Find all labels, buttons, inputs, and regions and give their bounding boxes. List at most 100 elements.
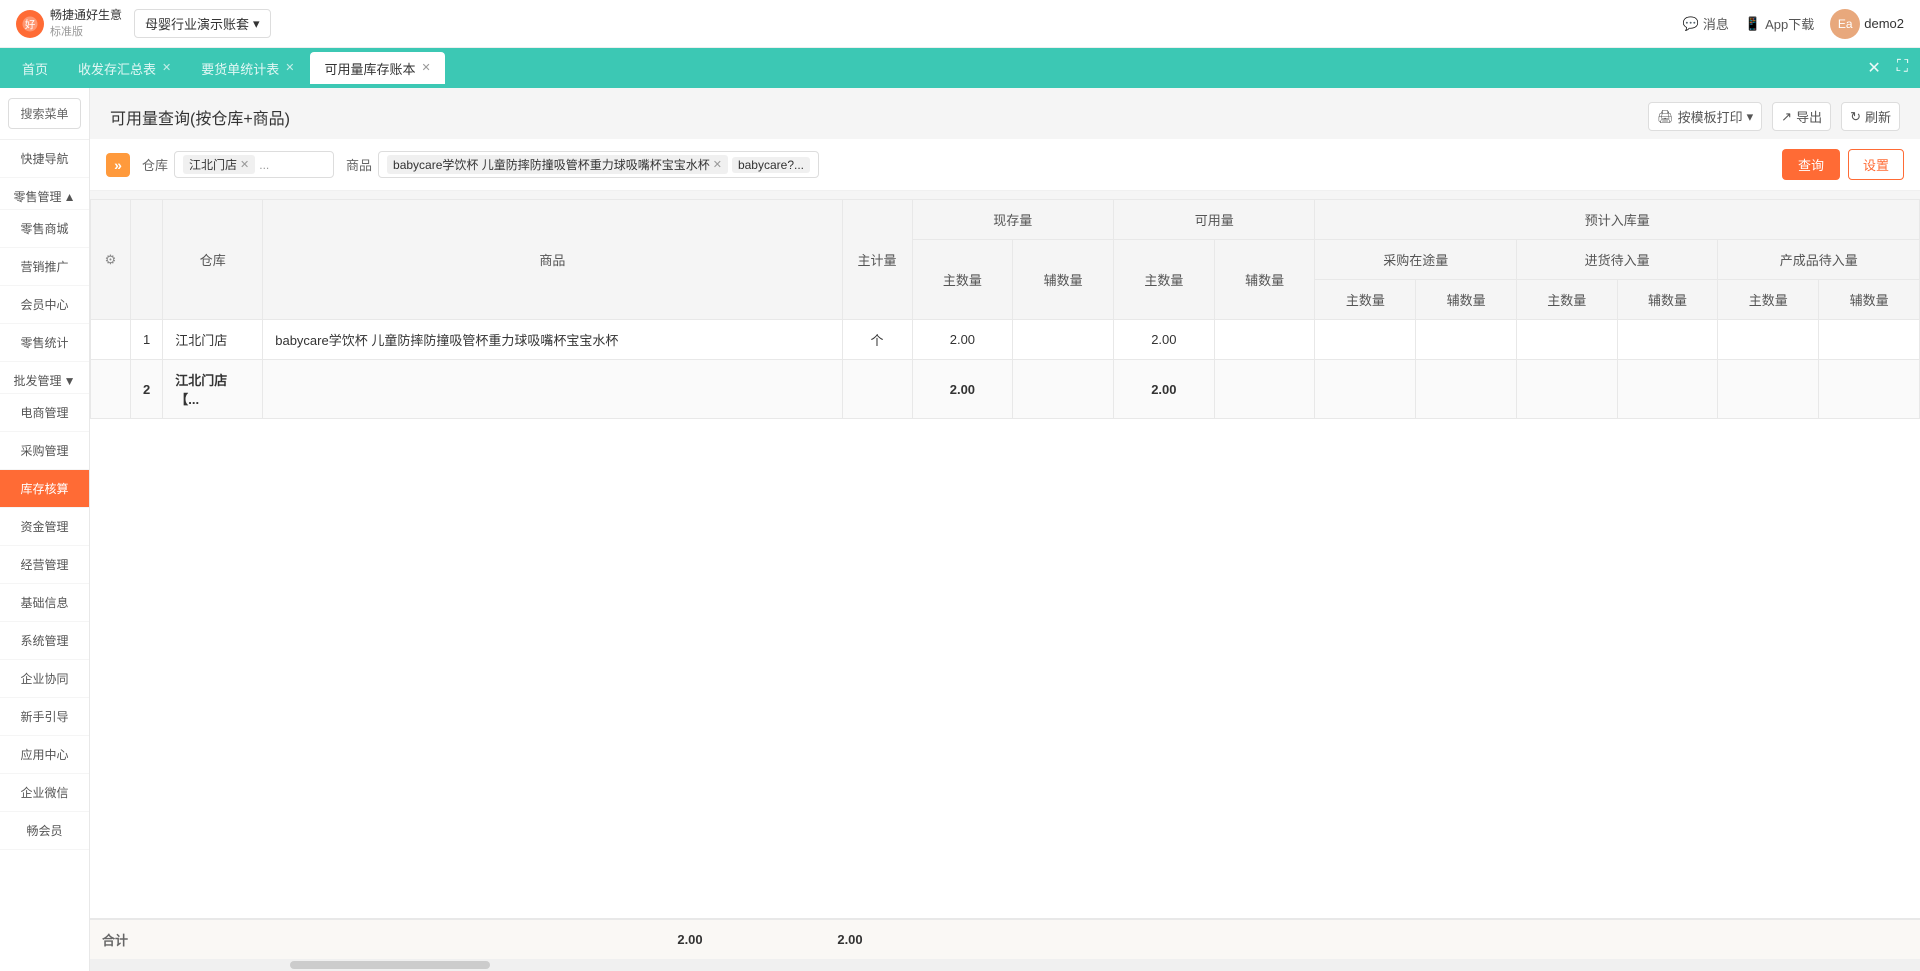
cell-production-main-2 bbox=[1718, 360, 1819, 419]
sidebar-item-quick-nav[interactable]: 快捷导航 bbox=[0, 140, 89, 178]
warehouse-input[interactable]: 江北门店 ✕ ... bbox=[174, 151, 334, 178]
th-avail-aux: 辅数量 bbox=[1214, 240, 1315, 320]
warehouse-tag-close[interactable]: ✕ bbox=[240, 158, 249, 171]
sidebar-item-marketing[interactable]: 营销推广 bbox=[0, 248, 89, 286]
sidebar-item-vip-member[interactable]: 畅会员 bbox=[0, 812, 89, 850]
filter-toggle-button[interactable]: » bbox=[106, 153, 130, 177]
product-tag1-close[interactable]: ✕ bbox=[713, 158, 722, 171]
footer-values: 2.00 2.00 bbox=[222, 932, 1908, 947]
th-gear[interactable]: ⚙ bbox=[91, 200, 131, 320]
logo-text-block: 畅捷通好生意 标准版 bbox=[50, 8, 122, 40]
export-label: 导出 bbox=[1796, 107, 1822, 126]
download-icon: 📱 bbox=[1745, 16, 1761, 32]
industry-selector[interactable]: 母婴行业演示账套 ▾ bbox=[134, 9, 271, 38]
tab-available-stock-close[interactable]: ✕ bbox=[422, 63, 431, 74]
chevron-down-icon: ▾ bbox=[253, 16, 260, 32]
filter-actions: 查询 设置 bbox=[1782, 149, 1904, 180]
page-title: 可用量查询(按仓库+商品) bbox=[110, 105, 290, 129]
table-row: 2 江北门店【... 2.00 2.00 bbox=[91, 360, 1920, 419]
download-action[interactable]: 📱 App下载 bbox=[1745, 14, 1814, 33]
search-menu-button[interactable]: 搜索菜单 bbox=[8, 98, 81, 129]
product-tag1-value: babycare学饮杯 儿童防摔防撞吸管杯重力球吸嘴杯宝宝水杯 bbox=[393, 156, 710, 173]
logo-sub: 标准版 bbox=[50, 23, 122, 39]
cell-incoming-main-1 bbox=[1516, 320, 1617, 360]
th-forecast-in: 预计入库量 bbox=[1315, 200, 1920, 240]
tab-available-stock[interactable]: 可用量库存账本 ✕ bbox=[310, 52, 444, 84]
user-action[interactable]: Ea demo2 bbox=[1830, 9, 1904, 39]
sidebar-item-retail-shop[interactable]: 零售商城 bbox=[0, 210, 89, 248]
th-seq bbox=[131, 200, 163, 320]
tab-receipt-summary-close[interactable]: ✕ bbox=[162, 63, 171, 74]
th-current-stock: 现存量 bbox=[912, 200, 1113, 240]
chevron-icon-retail: ▲ bbox=[64, 190, 76, 204]
cell-product-2 bbox=[263, 360, 842, 419]
logo-icon: 好 bbox=[16, 10, 44, 38]
footer-spacer bbox=[222, 932, 650, 947]
cell-purchase-main-1 bbox=[1315, 320, 1416, 360]
industry-label: 母婴行业演示账套 bbox=[145, 14, 249, 33]
tab-close-all-btn[interactable]: ✕ bbox=[1863, 54, 1884, 82]
product-input[interactable]: babycare学饮杯 儿童防摔防撞吸管杯重力球吸嘴杯宝宝水杯 ✕ babyca… bbox=[378, 151, 819, 178]
th-avail-main: 主数量 bbox=[1114, 240, 1215, 320]
table-footer: 合计 2.00 2.00 bbox=[90, 918, 1920, 959]
sidebar-item-sys-mgmt[interactable]: 系统管理 bbox=[0, 622, 89, 660]
cell-avail-aux-1 bbox=[1214, 320, 1315, 360]
tab-home[interactable]: 首页 bbox=[8, 52, 62, 84]
product-tag1: babycare学饮杯 儿童防摔防撞吸管杯重力球吸嘴杯宝宝水杯 ✕ bbox=[387, 155, 728, 174]
cell-incoming-aux-2 bbox=[1617, 360, 1718, 419]
sidebar-item-app-center[interactable]: 应用中心 bbox=[0, 736, 89, 774]
page-header: 可用量查询(按仓库+商品) 🖨 按模板打印 ▾ ↗ 导出 ↻ 刷新 bbox=[90, 88, 1920, 139]
top-bar: 好 畅捷通好生意 标准版 母婴行业演示账套 ▾ 💬 消息 📱 App下载 Ea … bbox=[0, 0, 1920, 48]
sidebar-item-enterprise-collab[interactable]: 企业协同 bbox=[0, 660, 89, 698]
cell-seq-1: 1 bbox=[131, 320, 163, 360]
sidebar-item-ecom-mgmt[interactable]: 电商管理 bbox=[0, 394, 89, 432]
sidebar: 搜索菜单 快捷导航 零售管理 ▲ 零售商城 营销推广 会员中心 零售统计 批发管… bbox=[0, 88, 90, 971]
tab-home-label: 首页 bbox=[22, 59, 48, 78]
sidebar-item-retail-mgmt[interactable]: 零售管理 ▲ bbox=[0, 178, 89, 210]
scroll-thumb[interactable] bbox=[290, 961, 490, 969]
sidebar-item-ops-mgmt[interactable]: 经营管理 bbox=[0, 546, 89, 584]
sidebar-item-member-center[interactable]: 会员中心 bbox=[0, 286, 89, 324]
sidebar-item-enterprise-wechat[interactable]: 企业微信 bbox=[0, 774, 89, 812]
cell-current-aux-2 bbox=[1013, 360, 1114, 419]
tab-order-stats[interactable]: 要货单统计表 ✕ bbox=[187, 52, 308, 84]
tab-receipt-summary[interactable]: 收发存汇总表 ✕ bbox=[64, 52, 185, 84]
chevron-icon-wholesale: ▼ bbox=[64, 374, 76, 388]
cell-current-main-2: 2.00 bbox=[912, 360, 1013, 419]
setting-button[interactable]: 设置 bbox=[1848, 149, 1904, 180]
export-btn[interactable]: ↗ 导出 bbox=[1772, 102, 1831, 131]
sidebar-item-purchase-mgmt[interactable]: 采购管理 bbox=[0, 432, 89, 470]
warehouse-filter: 仓库 江北门店 ✕ ... bbox=[142, 151, 334, 178]
sidebar-item-wholesale-label: 批发管理 bbox=[14, 372, 62, 389]
tab-available-stock-label: 可用量库存账本 bbox=[324, 59, 415, 78]
sidebar-item-inventory-check[interactable]: 库存核算 bbox=[0, 470, 89, 508]
sidebar-item-finance-mgmt[interactable]: 资金管理 bbox=[0, 508, 89, 546]
refresh-btn[interactable]: ↻ 刷新 bbox=[1841, 102, 1900, 131]
cell-incoming-main-2 bbox=[1516, 360, 1617, 419]
refresh-icon: ↻ bbox=[1850, 109, 1861, 125]
sidebar-item-new-guide[interactable]: 新手引导 bbox=[0, 698, 89, 736]
cell-purchase-aux-2 bbox=[1416, 360, 1517, 419]
th-current-aux: 辅数量 bbox=[1013, 240, 1114, 320]
refresh-label: 刷新 bbox=[1865, 107, 1891, 126]
print-btn[interactable]: 🖨 按模板打印 ▾ bbox=[1648, 102, 1762, 131]
warehouse-more[interactable]: ... bbox=[259, 158, 269, 172]
sidebar-item-basic-info[interactable]: 基础信息 bbox=[0, 584, 89, 622]
th-product: 商品 bbox=[263, 200, 842, 320]
content-area: 可用量查询(按仓库+商品) 🖨 按模板打印 ▾ ↗ 导出 ↻ 刷新 » bbox=[90, 88, 1920, 971]
bottom-scrollbar[interactable] bbox=[90, 959, 1920, 971]
message-action[interactable]: 💬 消息 bbox=[1683, 14, 1729, 33]
print-icon: 🖨 bbox=[1657, 109, 1674, 125]
footer-current-aux bbox=[730, 932, 810, 947]
cell-warehouse-2: 江北门店【... bbox=[163, 360, 263, 419]
sidebar-item-wholesale-mgmt[interactable]: 批发管理 ▼ bbox=[0, 362, 89, 394]
download-label: App下载 bbox=[1765, 14, 1814, 33]
tab-order-stats-close[interactable]: ✕ bbox=[285, 63, 294, 74]
product-filter: 商品 babycare学饮杯 儿童防摔防撞吸管杯重力球吸嘴杯宝宝水杯 ✕ bab… bbox=[346, 151, 819, 178]
tab-expand-btn[interactable]: ⛶ bbox=[1893, 54, 1912, 82]
query-button[interactable]: 查询 bbox=[1782, 149, 1840, 180]
warehouse-tag-value: 江北门店 bbox=[189, 156, 237, 173]
sidebar-item-retail-stats[interactable]: 零售统计 bbox=[0, 324, 89, 362]
cell-unit-1: 个 bbox=[842, 320, 912, 360]
table-container[interactable]: ⚙ 仓库 商品 主计量 现存量 可用量 预计入库量 主数量 辅数量 主数量 辅数… bbox=[90, 199, 1920, 918]
